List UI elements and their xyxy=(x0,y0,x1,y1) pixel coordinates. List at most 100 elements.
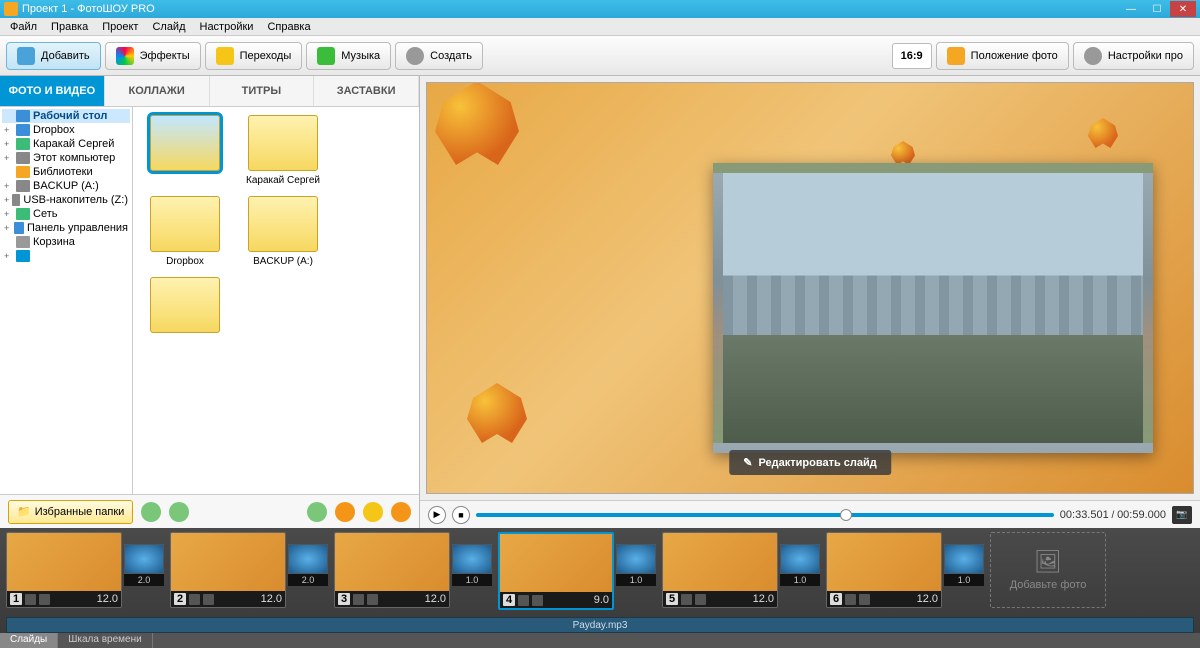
tree-item[interactable]: +BACKUP (A:) xyxy=(2,179,130,193)
slide-card[interactable]: 312.0 xyxy=(334,532,450,608)
edit-slide-button[interactable]: ✎Редактировать слайд xyxy=(729,450,891,475)
play-button[interactable]: ▶ xyxy=(428,506,446,524)
minimize-button[interactable]: — xyxy=(1118,1,1144,17)
folder-item[interactable] xyxy=(141,115,229,186)
snapshot-button[interactable]: 📷 xyxy=(1172,506,1192,524)
bottom-tabs: Слайды Шкала времени xyxy=(0,633,1200,648)
edit-icon[interactable] xyxy=(189,594,200,605)
slide-card[interactable]: 512.0 xyxy=(662,532,778,608)
aspect-ratio-button[interactable]: 16:9 xyxy=(892,43,932,69)
slide-duration: 12.0 xyxy=(425,593,446,605)
menu-settings[interactable]: Настройки xyxy=(194,19,260,35)
folder-item[interactable] xyxy=(141,277,229,337)
folder-item[interactable]: Каракай Сергей xyxy=(239,115,327,186)
folder-thumb xyxy=(248,115,318,171)
folder-item[interactable]: Dropbox xyxy=(141,196,229,267)
folder-icon xyxy=(16,124,30,136)
sound-icon[interactable] xyxy=(203,594,214,605)
timeline: 112.02.0212.02.0312.01.049.01.0512.01.06… xyxy=(0,528,1200,633)
add-button[interactable]: Добавить xyxy=(6,42,101,70)
slide-card[interactable]: 112.0 xyxy=(6,532,122,608)
edit-icon[interactable] xyxy=(845,594,856,605)
transition-card[interactable]: 1.0 xyxy=(780,544,820,586)
folder-thumb xyxy=(150,277,220,333)
favorites-button[interactable]: 📁Избранные папки xyxy=(8,500,133,524)
sound-icon[interactable] xyxy=(39,594,50,605)
tree-item[interactable]: +Панель управления xyxy=(2,221,130,235)
sound-icon[interactable] xyxy=(695,594,706,605)
sound-icon[interactable] xyxy=(859,594,870,605)
add-photo-button[interactable]: 🖼Добавьте фото xyxy=(990,532,1106,608)
btab-timeline[interactable]: Шкала времени xyxy=(58,633,152,648)
transition-card[interactable]: 1.0 xyxy=(616,544,656,586)
menu-file[interactable]: Файл xyxy=(4,19,43,35)
tree-label: Библиотеки xyxy=(33,166,93,178)
tree-item[interactable]: +Сеть xyxy=(2,207,130,221)
photo-position-button[interactable]: Положение фото xyxy=(936,42,1069,70)
tab-collages[interactable]: КОЛЛАЖИ xyxy=(105,76,210,106)
effects-button[interactable]: Эффекты xyxy=(105,42,201,70)
close-button[interactable]: ✕ xyxy=(1170,1,1196,17)
menu-help[interactable]: Справка xyxy=(261,19,316,35)
music-button[interactable]: Музыка xyxy=(306,42,391,70)
menu-edit[interactable]: Правка xyxy=(45,19,94,35)
transition-card[interactable]: 2.0 xyxy=(288,544,328,586)
transition-card[interactable]: 1.0 xyxy=(944,544,984,586)
maximize-button[interactable]: ☐ xyxy=(1144,1,1170,17)
tree-label: Каракай Сергей xyxy=(33,138,114,150)
edit-icon[interactable] xyxy=(353,594,364,605)
nav-fwd-icon[interactable] xyxy=(169,502,189,522)
folder-grid[interactable]: Каракай СергейDropboxBACKUP (A:) xyxy=(133,107,419,494)
folder-tree[interactable]: Рабочий стол+Dropbox+Каракай Сергей+Этот… xyxy=(0,107,133,494)
tree-item[interactable]: +USB-накопитель (Z:) xyxy=(2,193,130,207)
star-icon xyxy=(216,47,234,65)
tab-photo-video[interactable]: ФОТО И ВИДЕО xyxy=(0,76,105,106)
folder-item[interactable]: BACKUP (A:) xyxy=(239,196,327,267)
tree-item[interactable]: Корзина xyxy=(2,235,130,249)
tree-item[interactable]: +Каракай Сергей xyxy=(2,137,130,151)
slide-card[interactable]: 612.0 xyxy=(826,532,942,608)
slide-number: 1 xyxy=(10,593,22,605)
transition-card[interactable]: 2.0 xyxy=(124,544,164,586)
gear-icon xyxy=(406,47,424,65)
create-button[interactable]: Создать xyxy=(395,42,483,70)
sound-icon[interactable] xyxy=(367,594,378,605)
project-settings-button[interactable]: Настройки про xyxy=(1073,42,1194,70)
home-icon[interactable] xyxy=(335,502,355,522)
btab-slides[interactable]: Слайды xyxy=(0,633,58,648)
folder-thumb xyxy=(150,196,220,252)
preview-canvas[interactable]: ✎Редактировать слайд xyxy=(426,82,1194,494)
tree-item[interactable]: Библиотеки xyxy=(2,165,130,179)
tree-item[interactable]: +Этот компьютер xyxy=(2,151,130,165)
slide-card[interactable]: 49.0 xyxy=(498,532,614,610)
edit-icon[interactable] xyxy=(25,594,36,605)
seek-knob[interactable] xyxy=(840,509,852,521)
edit-icon[interactable] xyxy=(681,594,692,605)
transition-duration: 2.0 xyxy=(124,574,164,586)
down-icon[interactable] xyxy=(307,502,327,522)
transition-thumb xyxy=(944,544,984,574)
stop-button[interactable]: ■ xyxy=(452,506,470,524)
leaf-decoration xyxy=(435,82,519,165)
slide-thumbnail xyxy=(663,533,777,591)
folder-open-icon[interactable] xyxy=(391,502,411,522)
tab-intros[interactable]: ЗАСТАВКИ xyxy=(314,76,419,106)
transitions-button[interactable]: Переходы xyxy=(205,42,303,70)
nav-back-icon[interactable] xyxy=(141,502,161,522)
seek-bar[interactable] xyxy=(476,513,1054,517)
folder-icon xyxy=(16,166,30,178)
sound-icon[interactable] xyxy=(532,595,543,606)
tab-titles[interactable]: ТИТРЫ xyxy=(210,76,315,106)
tree-item[interactable]: Рабочий стол xyxy=(2,109,130,123)
slide-card[interactable]: 212.0 xyxy=(170,532,286,608)
tree-item[interactable]: + xyxy=(2,249,130,263)
audio-track[interactable]: Payday.mp3 xyxy=(6,617,1194,633)
menu-project[interactable]: Проект xyxy=(96,19,144,35)
tree-item[interactable]: +Dropbox xyxy=(2,123,130,137)
transition-card[interactable]: 1.0 xyxy=(452,544,492,586)
edit-icon[interactable] xyxy=(518,595,529,606)
menubar: Файл Правка Проект Слайд Настройки Справ… xyxy=(0,18,1200,36)
slide-number: 3 xyxy=(338,593,350,605)
fav-icon[interactable] xyxy=(363,502,383,522)
menu-slide[interactable]: Слайд xyxy=(146,19,191,35)
